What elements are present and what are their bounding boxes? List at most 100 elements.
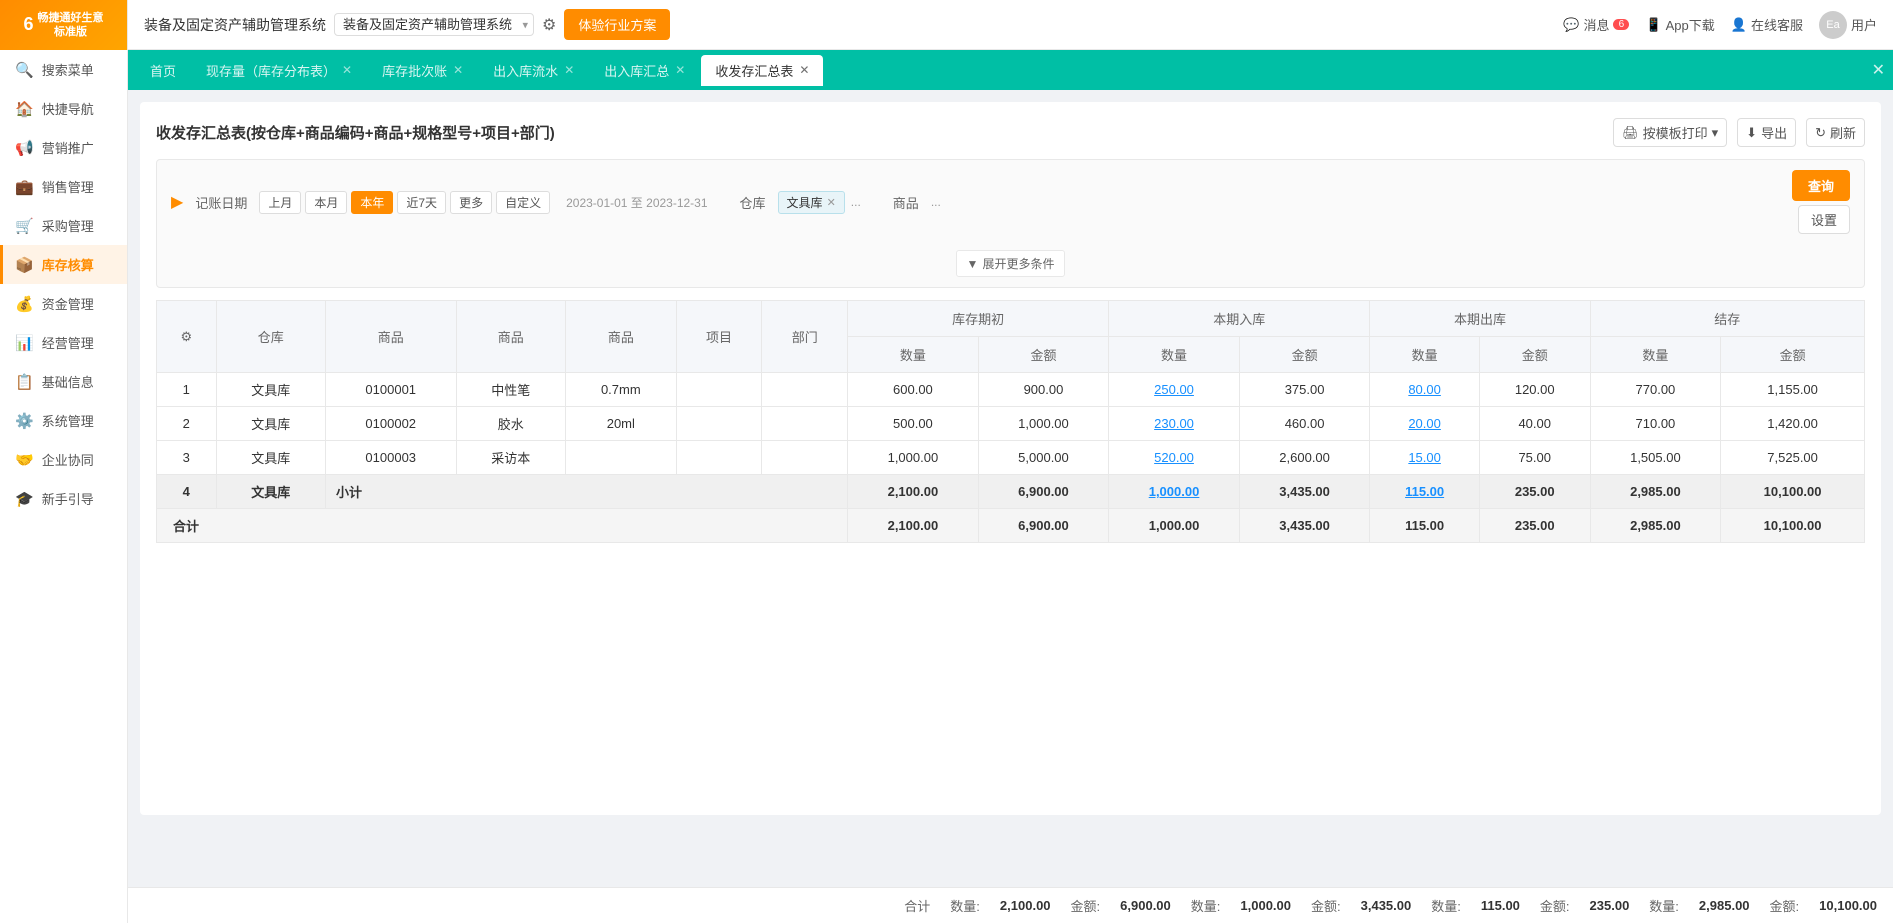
th-open-amt: 金额: [978, 337, 1109, 373]
row-in-qty[interactable]: 230.00: [1109, 407, 1240, 441]
date-this-year[interactable]: 本年: [351, 191, 393, 214]
online-service-item[interactable]: 👤 在线客服: [1731, 15, 1803, 34]
row-code: 0100002: [325, 407, 456, 441]
data-table: ⚙ 仓库 商品 商品 商品 项目 部门 库存期初 本期入库 本期出库 结存 数量: [156, 300, 1865, 543]
tab-io-flow-label: 出入库流水: [493, 61, 558, 80]
sidebar-item-purchase[interactable]: 🛒 采购管理: [0, 206, 127, 245]
tab-io-summary[interactable]: 出入库汇总 ✕: [590, 55, 699, 86]
sidebar-label-inventory: 库存核算: [42, 255, 94, 274]
row-spec: 0.7mm: [565, 373, 676, 407]
notification-item[interactable]: 💬 消息 6: [1563, 15, 1629, 34]
bottom-open-amt: 6,900.00: [1120, 898, 1171, 913]
tab-io-flow[interactable]: 出入库流水 ✕: [479, 55, 588, 86]
tab-close-batch-ledger[interactable]: ✕: [453, 63, 463, 77]
operations-icon: 📊: [15, 334, 34, 352]
date-more[interactable]: 更多: [450, 191, 492, 214]
tab-stock-summary[interactable]: 收发存汇总表 ✕: [701, 55, 823, 86]
bottom-bal-qty-label: 数量:: [1649, 896, 1679, 915]
th-in: 本期入库: [1109, 301, 1370, 337]
export-label: 导出: [1761, 123, 1787, 142]
th-out-qty: 数量: [1370, 337, 1479, 373]
sidebar-item-system[interactable]: ⚙️ 系统管理: [0, 401, 127, 440]
row-out-qty[interactable]: 15.00: [1370, 441, 1479, 475]
sidebar-item-sales[interactable]: 💼 销售管理: [0, 167, 127, 206]
row-out-qty[interactable]: 20.00: [1370, 407, 1479, 441]
sidebar-item-finance[interactable]: 💰 资金管理: [0, 284, 127, 323]
sales-icon: 💼: [15, 178, 34, 196]
sidebar-item-inventory[interactable]: 📦 库存核算: [0, 245, 127, 284]
filter-expand-icon[interactable]: ▶: [171, 192, 183, 212]
th-in-qty: 数量: [1109, 337, 1240, 373]
tab-close-current-inventory[interactable]: ✕: [342, 63, 352, 77]
sidebar-label-sales: 销售管理: [42, 177, 94, 196]
row-open-amt: 1,000.00: [978, 407, 1109, 441]
system-icon: ⚙️: [15, 412, 34, 430]
row-open-qty: 1,000.00: [848, 441, 979, 475]
set-button[interactable]: 设置: [1798, 205, 1850, 234]
tab-bar-close[interactable]: ✕: [1872, 60, 1885, 80]
warehouse-tag-close[interactable]: ✕: [827, 196, 836, 209]
row-name: 胶水: [456, 407, 565, 441]
total-open-qty: 2,100.00: [848, 509, 979, 543]
date-7-days[interactable]: 近7天: [397, 191, 446, 214]
sidebar-item-base-info[interactable]: 📋 基础信息: [0, 362, 127, 401]
settings-icon[interactable]: ⚙: [542, 15, 556, 35]
row-out-qty[interactable]: 80.00: [1370, 373, 1479, 407]
row-bal-amt: 7,525.00: [1721, 441, 1865, 475]
sidebar-item-quick-nav[interactable]: 🏠 快捷导航: [0, 89, 127, 128]
sidebar-item-marketing[interactable]: 📢 营销推广: [0, 128, 127, 167]
app-download-item[interactable]: 📱 App下载: [1645, 15, 1714, 34]
tab-stock-summary-label: 收发存汇总表: [715, 61, 793, 80]
sidebar-item-enterprise[interactable]: 🤝 企业协同: [0, 440, 127, 479]
subtotal-out-qty: 115.00: [1370, 475, 1479, 509]
try-button[interactable]: 体验行业方案: [564, 9, 670, 40]
row-bal-amt: 1,420.00: [1721, 407, 1865, 441]
date-range-text: 2023-01-01 至 2023-12-31: [566, 194, 707, 211]
row-dept: [762, 441, 848, 475]
print-label: 按模板打印: [1643, 123, 1708, 142]
sidebar-label-quick-nav: 快捷导航: [42, 99, 94, 118]
tab-current-inventory[interactable]: 现存量（库存分布表） ✕: [192, 55, 366, 86]
company-select[interactable]: 装备及固定资产辅助管理系统: [334, 13, 534, 36]
sidebar-label-operations: 经营管理: [42, 333, 94, 352]
logo: 6 畅捷通好生意 标准版: [0, 0, 127, 50]
tab-close-io-flow[interactable]: ✕: [564, 63, 574, 77]
date-custom[interactable]: 自定义: [496, 191, 550, 214]
user-item[interactable]: Ea 用户: [1819, 11, 1877, 39]
tab-close-stock-summary[interactable]: ✕: [799, 63, 809, 77]
table-row: 2 文具库 0100002 胶水 20ml 500.00 1,000.00 23…: [157, 407, 1865, 441]
row-project: [676, 407, 762, 441]
sidebar-item-operations[interactable]: 📊 经营管理: [0, 323, 127, 362]
row-in-qty[interactable]: 520.00: [1109, 441, 1240, 475]
export-button[interactable]: ⬇ 导出: [1737, 118, 1796, 147]
notification-label: 消息: [1583, 15, 1609, 34]
user-label: 用户: [1851, 15, 1877, 34]
sidebar-item-guide[interactable]: 🎓 新手引导: [0, 479, 127, 518]
bottom-bal-amt: 10,100.00: [1819, 898, 1877, 913]
date-last-month[interactable]: 上月: [259, 191, 301, 214]
date-this-month[interactable]: 本月: [305, 191, 347, 214]
sidebar-item-search[interactable]: 🔍 搜索菜单: [0, 50, 127, 89]
tab-batch-ledger[interactable]: 库存批次账 ✕: [368, 55, 477, 86]
avatar: Ea: [1819, 11, 1847, 39]
page-actions: 🖨 按模板打印 ▾ ⬇ 导出 ↻ 刷新: [1613, 118, 1865, 147]
query-button[interactable]: 查询: [1792, 170, 1850, 201]
tab-home[interactable]: 首页: [136, 55, 190, 86]
goods-more[interactable]: ...: [931, 195, 941, 209]
subtotal-label: 小计: [325, 475, 847, 509]
refresh-button[interactable]: ↻ 刷新: [1806, 118, 1865, 147]
th-warehouse: 仓库: [216, 301, 325, 373]
row-dept: [762, 407, 848, 441]
expand-conditions-button[interactable]: ▼ 展开更多条件: [956, 250, 1066, 277]
subtotal-bal-amt: 10,100.00: [1721, 475, 1865, 509]
filter-row-main: ▶ 记账日期 上月 本月 本年 近7天 更多 自定义 2023-01-01 至 …: [171, 170, 1850, 234]
warehouse-more[interactable]: ...: [851, 195, 861, 209]
tab-close-io-summary[interactable]: ✕: [675, 63, 685, 77]
date-label: 记账日期: [195, 193, 247, 212]
export-icon: ⬇: [1746, 125, 1757, 141]
main-area: 装备及固定资产辅助管理系统 装备及固定资产辅助管理系统 ⚙ 体验行业方案 💬 消…: [128, 0, 1893, 923]
row-in-qty[interactable]: 250.00: [1109, 373, 1240, 407]
print-button[interactable]: 🖨 按模板打印 ▾: [1613, 118, 1727, 147]
page-title-row: 收发存汇总表(按仓库+商品编码+商品+规格型号+项目+部门) 🖨 按模板打印 ▾…: [156, 118, 1865, 147]
row-dept: [762, 373, 848, 407]
